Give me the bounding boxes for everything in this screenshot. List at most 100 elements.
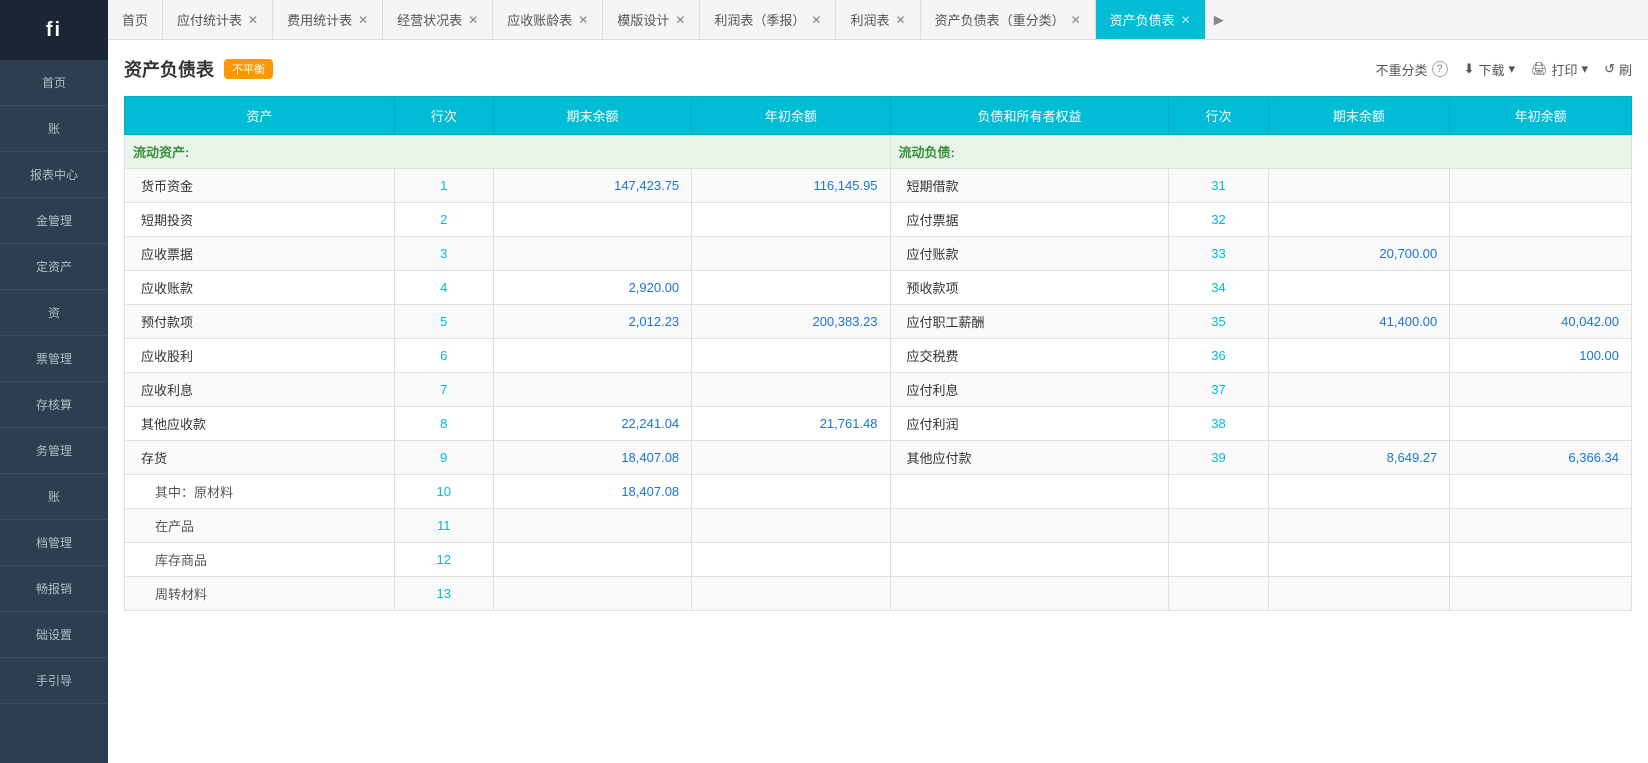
table-cell-left-item[interactable]: 其他应收款 (125, 407, 395, 441)
sidebar-item-home[interactable]: 首页 (0, 60, 108, 106)
sidebar: fi 首页 账 报表中心 金管理 定资产 资 票管理 存核算 务管理 账 档管理… (0, 0, 108, 763)
print-label: 打印 (1552, 60, 1578, 79)
table-cell-left-row: 5 (394, 305, 493, 339)
table-cell-right-item[interactable]: 应交税费 (890, 339, 1169, 373)
header-year-start2: 年初余额 (1450, 97, 1632, 135)
tab-home[interactable]: 首页 (108, 0, 163, 40)
tab-template-design[interactable]: 模版设计 ✕ (603, 0, 700, 40)
table-cell-left-item[interactable]: 在产品 (125, 509, 395, 543)
header-end-balance: 期末余额 (493, 97, 691, 135)
table-cell-right-item[interactable] (890, 509, 1169, 543)
table-cell-right-row (1169, 509, 1268, 543)
tab-close-operations[interactable]: ✕ (468, 13, 478, 27)
table-cell-right-row: 39 (1169, 441, 1268, 475)
tab-profit-quarterly[interactable]: 利润表（季报） ✕ (700, 0, 836, 40)
no-reclassify-action[interactable]: 不重分类 ? (1376, 60, 1448, 79)
tab-close-balance[interactable]: ✕ (1181, 13, 1191, 27)
sidebar-item-affairs[interactable]: 务管理 (0, 428, 108, 474)
table-cell-left-item[interactable]: 预付款项 (125, 305, 395, 339)
table-cell-left-item[interactable]: 应收账款 (125, 271, 395, 305)
table-cell-left-item[interactable]: 短期投资 (125, 203, 395, 237)
page-header: 资产负债表 不平衡 不重分类 ? ⬇ 下载 ▾ 🖨 打印 (124, 56, 1632, 82)
table-cell-right-start (1450, 509, 1632, 543)
table-cell-left-item[interactable]: 应收股利 (125, 339, 395, 373)
sidebar-item-reports[interactable]: 报表中心 (0, 152, 108, 198)
download-chevron-icon: ▾ (1508, 61, 1515, 77)
refresh-action[interactable]: ↺ 刷 (1604, 60, 1632, 79)
sidebar-item-bills[interactable]: 票管理 (0, 336, 108, 382)
sidebar-item-account[interactable]: 账 (0, 106, 108, 152)
table-cell-left-item[interactable]: 存货 (125, 441, 395, 475)
table-cell-left-start (692, 509, 890, 543)
table-cell-right-end (1268, 475, 1450, 509)
table-cell-left-end: 2,012.23 (493, 305, 691, 339)
table-cell-right-start (1450, 407, 1632, 441)
tab-balance[interactable]: 资产负债表 ✕ (1096, 0, 1206, 40)
tab-scroll-right[interactable]: ▶ (1206, 0, 1232, 40)
table-cell-right-end (1268, 271, 1450, 305)
sidebar-item-expense[interactable]: 畅报销 (0, 566, 108, 612)
tab-payable-stats[interactable]: 应付统计表 ✕ (163, 0, 273, 40)
tab-expense-stats[interactable]: 费用统计表 ✕ (273, 0, 383, 40)
table-cell-left-row: 10 (394, 475, 493, 509)
table-cell-left-start (692, 577, 890, 611)
table-cell-right-item[interactable] (890, 577, 1169, 611)
table-cell-right-row: 31 (1169, 169, 1268, 203)
table-cell-left-item[interactable]: 其中：原材料 (125, 475, 395, 509)
tab-receivable-aging[interactable]: 应收账龄表 ✕ (493, 0, 603, 40)
table-cell-right-end (1268, 339, 1450, 373)
table-cell-left-start (692, 237, 890, 271)
table-cell-right-row: 36 (1169, 339, 1268, 373)
table-cell-left-end: 2,920.00 (493, 271, 691, 305)
table-cell-right-item[interactable] (890, 475, 1169, 509)
tab-close-balance-reclassify[interactable]: ✕ (1071, 13, 1081, 27)
table-cell-left-start (692, 271, 890, 305)
tab-close-receivable-aging[interactable]: ✕ (578, 13, 588, 27)
tab-close-profit[interactable]: ✕ (896, 13, 906, 27)
tab-profit[interactable]: 利润表 ✕ (836, 0, 920, 40)
help-icon[interactable]: ? (1432, 61, 1448, 77)
table-cell-right-row: 38 (1169, 407, 1268, 441)
table-cell-right-item[interactable]: 其他应付款 (890, 441, 1169, 475)
table-cell-right-row: 37 (1169, 373, 1268, 407)
tab-close-profit-quarterly[interactable]: ✕ (811, 13, 821, 27)
tab-close-template-design[interactable]: ✕ (675, 13, 685, 27)
sidebar-item-assets[interactable]: 定资产 (0, 244, 108, 290)
sidebar-item-finance[interactable]: 金管理 (0, 198, 108, 244)
table-cell-left-item[interactable]: 货币资金 (125, 169, 395, 203)
sidebar-item-inventory[interactable]: 存核算 (0, 382, 108, 428)
table-cell-left-item[interactable]: 周转材料 (125, 577, 395, 611)
sidebar-item-settings[interactable]: 础设置 (0, 612, 108, 658)
table-cell-left-item[interactable]: 库存商品 (125, 543, 395, 577)
header-year-start: 年初余额 (692, 97, 890, 135)
download-action[interactable]: ⬇ 下载 ▾ (1464, 60, 1515, 79)
tab-operations[interactable]: 经营状况表 ✕ (383, 0, 493, 40)
tab-balance-reclassify[interactable]: 资产负债表（重分类） ✕ (921, 0, 1096, 40)
print-action[interactable]: 🖨 打印 ▾ (1531, 60, 1588, 79)
table-cell-left-row: 2 (394, 203, 493, 237)
table-cell-left-item[interactable]: 应收利息 (125, 373, 395, 407)
table-cell-left-item[interactable]: 应收票据 (125, 237, 395, 271)
table-cell-right-item[interactable] (890, 543, 1169, 577)
sidebar-item-archive[interactable]: 档管理 (0, 520, 108, 566)
table-cell-right-end (1268, 169, 1450, 203)
table-cell-right-item[interactable]: 短期借款 (890, 169, 1169, 203)
table-cell-left-row: 6 (394, 339, 493, 373)
table-cell-left-end (493, 237, 691, 271)
sidebar-item-ledger[interactable]: 账 (0, 474, 108, 520)
table-cell-right-item[interactable]: 应付票据 (890, 203, 1169, 237)
table-cell-right-item[interactable]: 预收款项 (890, 271, 1169, 305)
table-cell-left-start: 116,145.95 (692, 169, 890, 203)
print-icon: 🖨 (1531, 61, 1548, 77)
sidebar-item-guide[interactable]: 手引导 (0, 658, 108, 704)
tab-close-expense-stats[interactable]: ✕ (358, 13, 368, 27)
sidebar-item-capital[interactable]: 资 (0, 290, 108, 336)
table-cell-right-item[interactable]: 应付账款 (890, 237, 1169, 271)
table-cell-left-end: 147,423.75 (493, 169, 691, 203)
tab-close-payable-stats[interactable]: ✕ (248, 13, 258, 27)
table-cell-right-item[interactable]: 应付职工薪酬 (890, 305, 1169, 339)
table-cell-right-row (1169, 543, 1268, 577)
table-cell-left-row: 12 (394, 543, 493, 577)
table-cell-right-item[interactable]: 应付利润 (890, 407, 1169, 441)
table-cell-right-item[interactable]: 应付利息 (890, 373, 1169, 407)
